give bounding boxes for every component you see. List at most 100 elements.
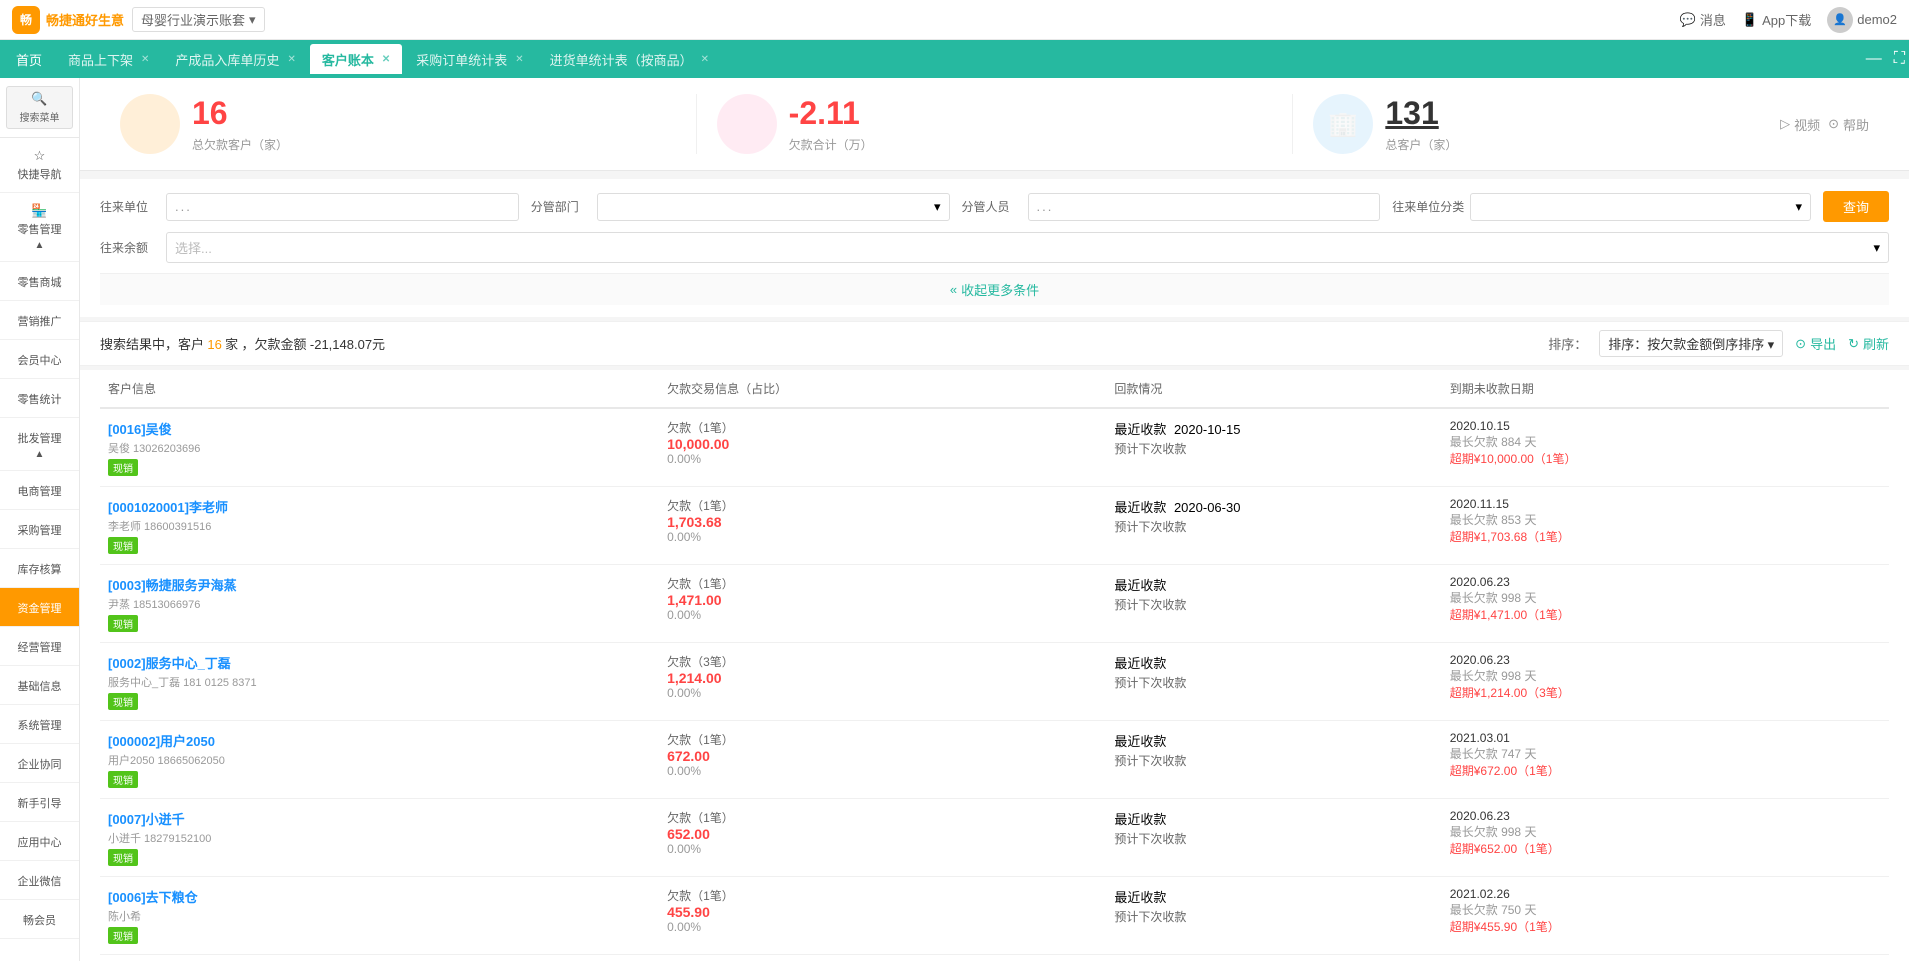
export-button[interactable]: ⊙ 导出: [1795, 334, 1836, 353]
overdue-amount-5[interactable]: 超期¥652.00（1笔）: [1450, 840, 1881, 857]
td-debt-2: 欠款（1笔） 1,471.00 0.00%: [659, 575, 1106, 632]
sidebar-item-quick-nav[interactable]: ☆ 快捷导航: [0, 138, 79, 193]
sidebar-item-ecommerce[interactable]: 电商管理: [0, 471, 79, 510]
filter-balance: 往来余额 选择... ▾: [100, 232, 1889, 263]
sidebar-item-finance[interactable]: 资金管理: [0, 588, 79, 627]
overdue-amount-2[interactable]: 超期¥1,471.00（1笔）: [1450, 606, 1881, 623]
tab-product-shelf[interactable]: 商品上下架 ✕: [56, 44, 161, 74]
app-download-button[interactable]: 📱 App下载: [1742, 10, 1811, 29]
overdue-amount-6[interactable]: 超期¥455.90（1笔）: [1450, 918, 1881, 935]
sidebar-item-biz-mgmt[interactable]: 经营管理: [0, 627, 79, 666]
sidebar-item-inventory[interactable]: 库存核算: [0, 549, 79, 588]
overdue-amount-0[interactable]: 超期¥10,000.00（1笔）: [1450, 450, 1881, 467]
debt-amount-2[interactable]: 1,471.00: [667, 592, 1098, 608]
close-tab-customer-account[interactable]: ✕: [382, 54, 390, 65]
sidebar-item-collab[interactable]: 企业协同: [0, 744, 79, 783]
close-tab-inventory-stats[interactable]: ✕: [701, 54, 709, 65]
next-collect-3: 预计下次收款: [1114, 674, 1433, 691]
tab-product-history[interactable]: 产成品入库单历史 ✕: [163, 44, 307, 74]
filter-category-select[interactable]: ▾: [1470, 193, 1811, 221]
customer-phone-1: 李老师 18600391516: [108, 518, 651, 534]
td-debt-5: 欠款（1笔） 652.00 0.00%: [659, 809, 1106, 866]
sidebar-item-retail-mall[interactable]: 零售商城: [0, 262, 79, 301]
search-button[interactable]: 查询: [1823, 191, 1889, 222]
refresh-button[interactable]: ↻ 刷新: [1848, 334, 1889, 353]
tab-purchase-order[interactable]: 采购订单统计表 ✕: [404, 44, 535, 74]
message-icon: 💬: [1680, 12, 1696, 28]
sidebar-item-retail-stats[interactable]: 零售统计: [0, 379, 79, 418]
table-row: [0002]服务中心_丁磊 服务中心_丁磊 181 0125 8371 现销 欠…: [100, 643, 1889, 721]
sidebar-item-retail-mgmt[interactable]: 🏪 零售管理 ▲: [0, 193, 79, 262]
overdue-amount-3[interactable]: 超期¥1,214.00（3笔）: [1450, 684, 1881, 701]
debt-count-4: 欠款（1笔）: [667, 731, 1098, 748]
debt-amount-5[interactable]: 652.00: [667, 826, 1098, 842]
sort-select[interactable]: 排序：按欠款金额倒序排序 ▾: [1599, 330, 1783, 357]
td-debt-3: 欠款（3笔） 1,214.00 0.00%: [659, 653, 1106, 710]
last-collect-2: 最近收款: [1114, 575, 1433, 594]
next-collect-0: 预计下次收款: [1114, 440, 1433, 457]
sidebar-item-batch-mgmt[interactable]: 批发管理 ▲: [0, 418, 79, 471]
customer-name-2[interactable]: [0003]畅捷服务尹海蒸: [108, 575, 651, 594]
sidebar-item-corp-wechat[interactable]: 企业微信: [0, 861, 79, 900]
customer-tag-0: 现销: [108, 459, 138, 476]
message-button[interactable]: 💬 消息: [1680, 10, 1726, 29]
stat-card-actions: ▷ 视频 ⊙ 帮助: [1780, 115, 1869, 134]
customer-name-6[interactable]: [0006]去下粮仓: [108, 887, 651, 906]
filter-dept-select[interactable]: ▾: [597, 193, 950, 221]
collapse-filter-button[interactable]: « 收起更多条件: [100, 273, 1889, 305]
sidebar-item-purchase[interactable]: 采购管理: [0, 510, 79, 549]
video-action[interactable]: ▷ 视频: [1780, 115, 1820, 134]
nav-tabs: 首页 商品上下架 ✕ 产成品入库单历史 ✕ 客户账本 ✕ 采购订单统计表 ✕ 进…: [0, 40, 1909, 78]
debt-amount-4[interactable]: 672.00: [667, 748, 1098, 764]
help-action[interactable]: ⊙ 帮助: [1828, 115, 1869, 134]
th-recovery: 回款情况: [1106, 380, 1441, 397]
customer-name-3[interactable]: [0002]服务中心_丁磊: [108, 653, 651, 672]
sidebar-item-basic-info[interactable]: 基础信息: [0, 666, 79, 705]
stat-icon-debt: ◈: [717, 94, 777, 154]
filter-customer-input[interactable]: ...: [166, 193, 519, 221]
debt-amount-6[interactable]: 455.90: [667, 904, 1098, 920]
filter-section: 往来单位 ... 分管部门 ▾ 分管人员 ...: [80, 179, 1909, 317]
filter-balance-select[interactable]: 选择... ▾: [166, 232, 1889, 263]
minimize-button[interactable]: —: [1866, 50, 1882, 68]
maximize-button[interactable]: ⛶: [1894, 50, 1905, 68]
stat-label-debt-customers: 总欠款客户（家）: [192, 136, 676, 153]
debt-amount-3[interactable]: 1,214.00: [667, 670, 1098, 686]
overdue-amount-1[interactable]: 超期¥1,703.68（1笔）: [1450, 528, 1881, 545]
company-selector[interactable]: 母婴行业演示账套 ▾: [132, 7, 265, 32]
sidebar-item-app-center[interactable]: 应用中心: [0, 822, 79, 861]
close-tab-product-history[interactable]: ✕: [287, 54, 295, 65]
td-debt-6: 欠款（1笔） 455.90 0.00%: [659, 887, 1106, 944]
customer-name-5[interactable]: [0007]小迸千: [108, 809, 651, 828]
close-tab-purchase-order[interactable]: ✕: [515, 54, 523, 65]
close-tab-product-shelf[interactable]: ✕: [141, 54, 149, 65]
customer-tag-2: 现销: [108, 615, 138, 632]
filter-category-label: 往来单位分类: [1392, 198, 1464, 215]
tab-customer-account[interactable]: 客户账本 ✕: [310, 44, 402, 74]
debt-pct-1: 0.00%: [667, 530, 701, 544]
search-menu-button[interactable]: 🔍 搜索菜单: [6, 86, 73, 129]
tab-inventory-stats[interactable]: 进货单统计表（按商品） ✕: [538, 44, 721, 74]
debt-amount-1[interactable]: 1,703.68: [667, 514, 1098, 530]
filter-person-input[interactable]: ...: [1028, 193, 1381, 221]
user-menu[interactable]: 👤 demo2: [1827, 7, 1897, 33]
sidebar-item-system[interactable]: 系统管理: [0, 705, 79, 744]
sidebar-item-marketing[interactable]: 营销推广: [0, 301, 79, 340]
stat-label-total-customers: 总客户（家）: [1385, 136, 1768, 153]
customer-name-4[interactable]: [000002]用户2050: [108, 731, 651, 750]
sidebar-item-vip-member[interactable]: 畅会员: [0, 900, 79, 939]
collapse-icon: «: [950, 282, 957, 297]
sidebar-item-newbie[interactable]: 新手引导: [0, 783, 79, 822]
td-customer-2: [0003]畅捷服务尹海蒸 尹蒸 18513066976 现销: [100, 575, 659, 632]
th-due-date: 到期未收款日期: [1442, 380, 1889, 397]
customer-name-0[interactable]: [0016]吴俊: [108, 419, 651, 438]
stat-label-debt-total: 欠款合计（万）: [789, 136, 1273, 153]
debt-amount-0[interactable]: 10,000.00: [667, 436, 1098, 452]
td-recovery-1: 最近收款 2020-06-30 预计下次收款: [1106, 497, 1441, 554]
customer-tag-1: 现销: [108, 537, 138, 554]
overdue-days-6: 最长欠款 750 天: [1450, 901, 1881, 918]
sidebar-item-member[interactable]: 会员中心: [0, 340, 79, 379]
customer-name-1[interactable]: [0001020001]李老师: [108, 497, 651, 516]
overdue-amount-4[interactable]: 超期¥672.00（1笔）: [1450, 762, 1881, 779]
tab-home[interactable]: 首页: [4, 44, 54, 74]
